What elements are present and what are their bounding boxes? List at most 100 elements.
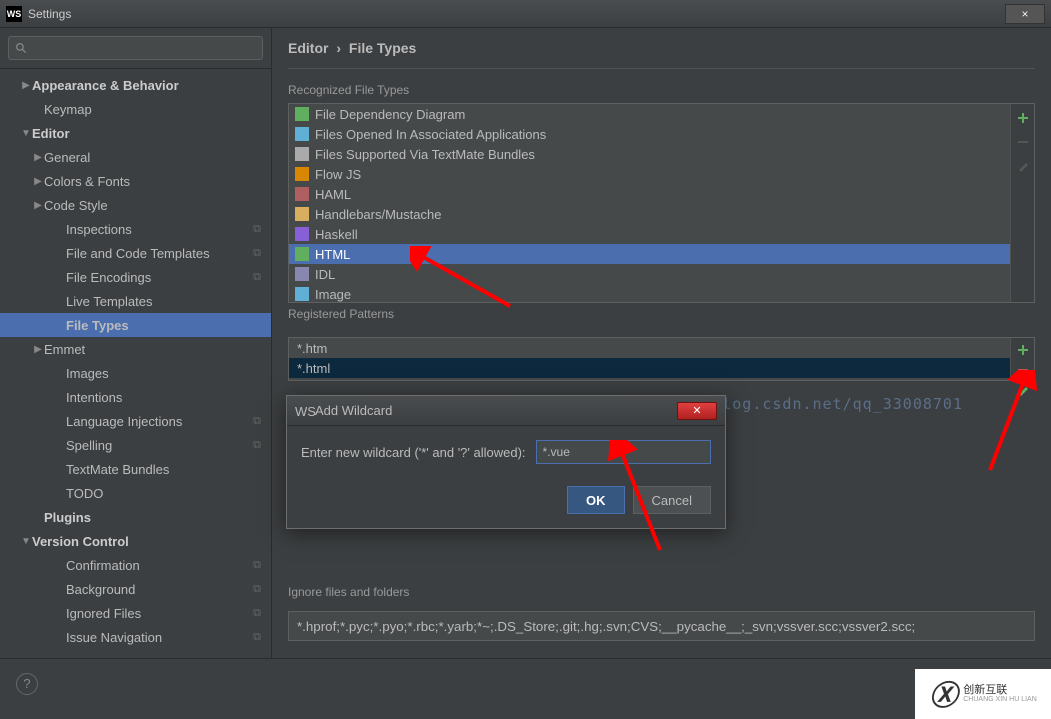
project-level-icon: ⧉ bbox=[253, 583, 261, 596]
tree-arrow-icon: ▼ bbox=[20, 536, 32, 547]
add-filetype-button[interactable] bbox=[1015, 110, 1031, 126]
patterns-label: Registered Patterns bbox=[288, 307, 1035, 321]
sidebar-item-confirmation[interactable]: Confirmation⧉ bbox=[0, 553, 271, 577]
sidebar-item-code-style[interactable]: ▶Code Style bbox=[0, 193, 271, 217]
sidebar-item-editor[interactable]: ▼Editor bbox=[0, 121, 271, 145]
filetype-icon bbox=[295, 227, 309, 241]
pattern-item[interactable]: *.htm bbox=[289, 338, 1010, 358]
project-level-icon: ⧉ bbox=[253, 247, 261, 260]
filetype-item[interactable]: HAML bbox=[289, 184, 1010, 204]
sidebar-item-label: Spelling bbox=[66, 438, 112, 453]
edit-pattern-button[interactable] bbox=[1015, 384, 1031, 396]
filetype-item[interactable]: Image bbox=[289, 284, 1010, 302]
sidebar-item-intentions[interactable]: Intentions bbox=[0, 385, 271, 409]
filetype-label: Haskell bbox=[315, 227, 358, 242]
filetype-icon bbox=[295, 127, 309, 141]
dialog-body: Enter new wildcard ('*' and '?' allowed)… bbox=[287, 426, 725, 478]
sidebar-item-colors-fonts[interactable]: ▶Colors & Fonts bbox=[0, 169, 271, 193]
dialog-cancel-button[interactable]: Cancel bbox=[633, 486, 711, 514]
registered-patterns-list[interactable]: *.htm*.html bbox=[288, 337, 1035, 381]
filetype-item[interactable]: Haskell bbox=[289, 224, 1010, 244]
filetype-item[interactable]: Files Opened In Associated Applications bbox=[289, 124, 1010, 144]
sidebar-item-language-injections[interactable]: Language Injections⧉ bbox=[0, 409, 271, 433]
filetype-item[interactable]: HTML bbox=[289, 244, 1010, 264]
sidebar-item-live-templates[interactable]: Live Templates bbox=[0, 289, 271, 313]
dialog-ok-button[interactable]: OK bbox=[567, 486, 625, 514]
breadcrumb: Editor › File Types bbox=[288, 40, 1035, 69]
recognized-label: Recognized File Types bbox=[288, 83, 1035, 97]
add-pattern-button[interactable] bbox=[1015, 344, 1031, 356]
recognized-file-types-list[interactable]: File Dependency Diagram Files Opened In A… bbox=[288, 103, 1035, 303]
project-level-icon: ⧉ bbox=[253, 607, 261, 620]
tree-arrow-icon: ▶ bbox=[32, 176, 44, 187]
sidebar-item-todo[interactable]: TODO bbox=[0, 481, 271, 505]
tree-arrow-icon: ▶ bbox=[32, 200, 44, 211]
filetype-label: File Dependency Diagram bbox=[315, 107, 465, 122]
dialog-title-text: Add Wildcard bbox=[315, 403, 392, 418]
sidebar-item-label: Plugins bbox=[44, 510, 91, 525]
filetype-item[interactable]: Flow JS bbox=[289, 164, 1010, 184]
app-icon: WS bbox=[6, 6, 22, 22]
sidebar-item-issue-navigation[interactable]: Issue Navigation ⧉ bbox=[0, 625, 271, 649]
sidebar-item-label: Keymap bbox=[44, 102, 92, 117]
search-input[interactable] bbox=[8, 36, 263, 60]
dialog-prompt: Enter new wildcard ('*' and '?' allowed)… bbox=[301, 445, 526, 460]
breadcrumb-sep: › bbox=[336, 40, 341, 56]
sidebar-item-label: File Types bbox=[66, 318, 129, 333]
filetype-icon bbox=[295, 267, 309, 281]
filetype-label: Files Opened In Associated Applications bbox=[315, 127, 546, 142]
sidebar-item-background[interactable]: Background ⧉ bbox=[0, 577, 271, 601]
sidebar-item-appearance-behavior[interactable]: ▶Appearance & Behavior bbox=[0, 73, 271, 97]
filetype-icon bbox=[295, 247, 309, 261]
sidebar-item-spelling[interactable]: Spelling ⧉ bbox=[0, 433, 271, 457]
sidebar-item-label: TextMate Bundles bbox=[66, 462, 169, 477]
filetype-item[interactable]: IDL bbox=[289, 264, 1010, 284]
filetype-icon bbox=[295, 167, 309, 181]
sidebar-item-general[interactable]: ▶General bbox=[0, 145, 271, 169]
filetype-icon bbox=[295, 107, 309, 121]
ignore-input[interactable] bbox=[288, 611, 1035, 641]
sidebar-item-inspections[interactable]: Inspections⧉ bbox=[0, 217, 271, 241]
filetype-item[interactable]: Handlebars/Mustache bbox=[289, 204, 1010, 224]
help-button[interactable]: ? bbox=[16, 673, 38, 695]
wildcard-input[interactable] bbox=[536, 440, 711, 464]
sidebar-item-label: Emmet bbox=[44, 342, 85, 357]
logo-mark: Ⓧ bbox=[929, 674, 957, 714]
sidebar-item-images[interactable]: Images bbox=[0, 361, 271, 385]
remove-filetype-button[interactable] bbox=[1015, 134, 1031, 150]
tree-arrow-icon: ▶ bbox=[32, 152, 44, 163]
sidebar-item-file-encodings[interactable]: File Encodings⧉ bbox=[0, 265, 271, 289]
sidebar-item-textmate-bundles[interactable]: TextMate Bundles bbox=[0, 457, 271, 481]
edit-filetype-button[interactable] bbox=[1015, 158, 1031, 174]
add-wildcard-dialog: WS Add Wildcard ✕ Enter new wildcard ('*… bbox=[286, 395, 726, 529]
patterns-tools bbox=[1010, 338, 1034, 380]
filetype-item[interactable]: Files Supported Via TextMate Bundles bbox=[289, 144, 1010, 164]
sidebar-item-label: Editor bbox=[32, 126, 70, 141]
sidebar-item-file-and-code-templates[interactable]: File and Code Templates⧉ bbox=[0, 241, 271, 265]
recognized-tools bbox=[1010, 104, 1034, 302]
sidebar-item-emmet[interactable]: ▶Emmet bbox=[0, 337, 271, 361]
filetype-item[interactable]: File Dependency Diagram bbox=[289, 104, 1010, 124]
csdn-partner-logo: Ⓧ 创新互联 CHUANG XIN HU LIAN bbox=[915, 669, 1051, 719]
sidebar-item-plugins[interactable]: Plugins bbox=[0, 505, 271, 529]
dialog-close-button[interactable]: ✕ bbox=[677, 402, 717, 420]
sidebar-item-label: Ignored Files bbox=[66, 606, 141, 621]
project-level-icon: ⧉ bbox=[253, 559, 261, 572]
project-level-icon: ⧉ bbox=[253, 631, 261, 644]
sidebar-item-file-types[interactable]: File Types bbox=[0, 313, 271, 337]
tree-arrow-icon: ▶ bbox=[32, 344, 44, 355]
sidebar-item-label: Intentions bbox=[66, 390, 122, 405]
sidebar-item-label: Issue Navigation bbox=[66, 630, 162, 645]
sidebar-item-keymap[interactable]: Keymap bbox=[0, 97, 271, 121]
sidebar-item-version-control[interactable]: ▼Version Control bbox=[0, 529, 271, 553]
sidebar-item-ignored-files[interactable]: Ignored Files ⧉ bbox=[0, 601, 271, 625]
project-level-icon: ⧉ bbox=[253, 439, 261, 452]
settings-tree[interactable]: ▶Appearance & BehaviorKeymap▼Editor▶Gene… bbox=[0, 69, 271, 658]
pattern-item[interactable]: *.html bbox=[289, 358, 1010, 378]
window-close-button[interactable]: × bbox=[1005, 4, 1045, 24]
sidebar-item-label: Background bbox=[66, 582, 135, 597]
main-layout: ▶Appearance & BehaviorKeymap▼Editor▶Gene… bbox=[0, 28, 1051, 658]
project-level-icon: ⧉ bbox=[253, 223, 261, 236]
remove-pattern-button[interactable] bbox=[1015, 364, 1031, 376]
dialog-app-icon: WS bbox=[295, 404, 309, 418]
